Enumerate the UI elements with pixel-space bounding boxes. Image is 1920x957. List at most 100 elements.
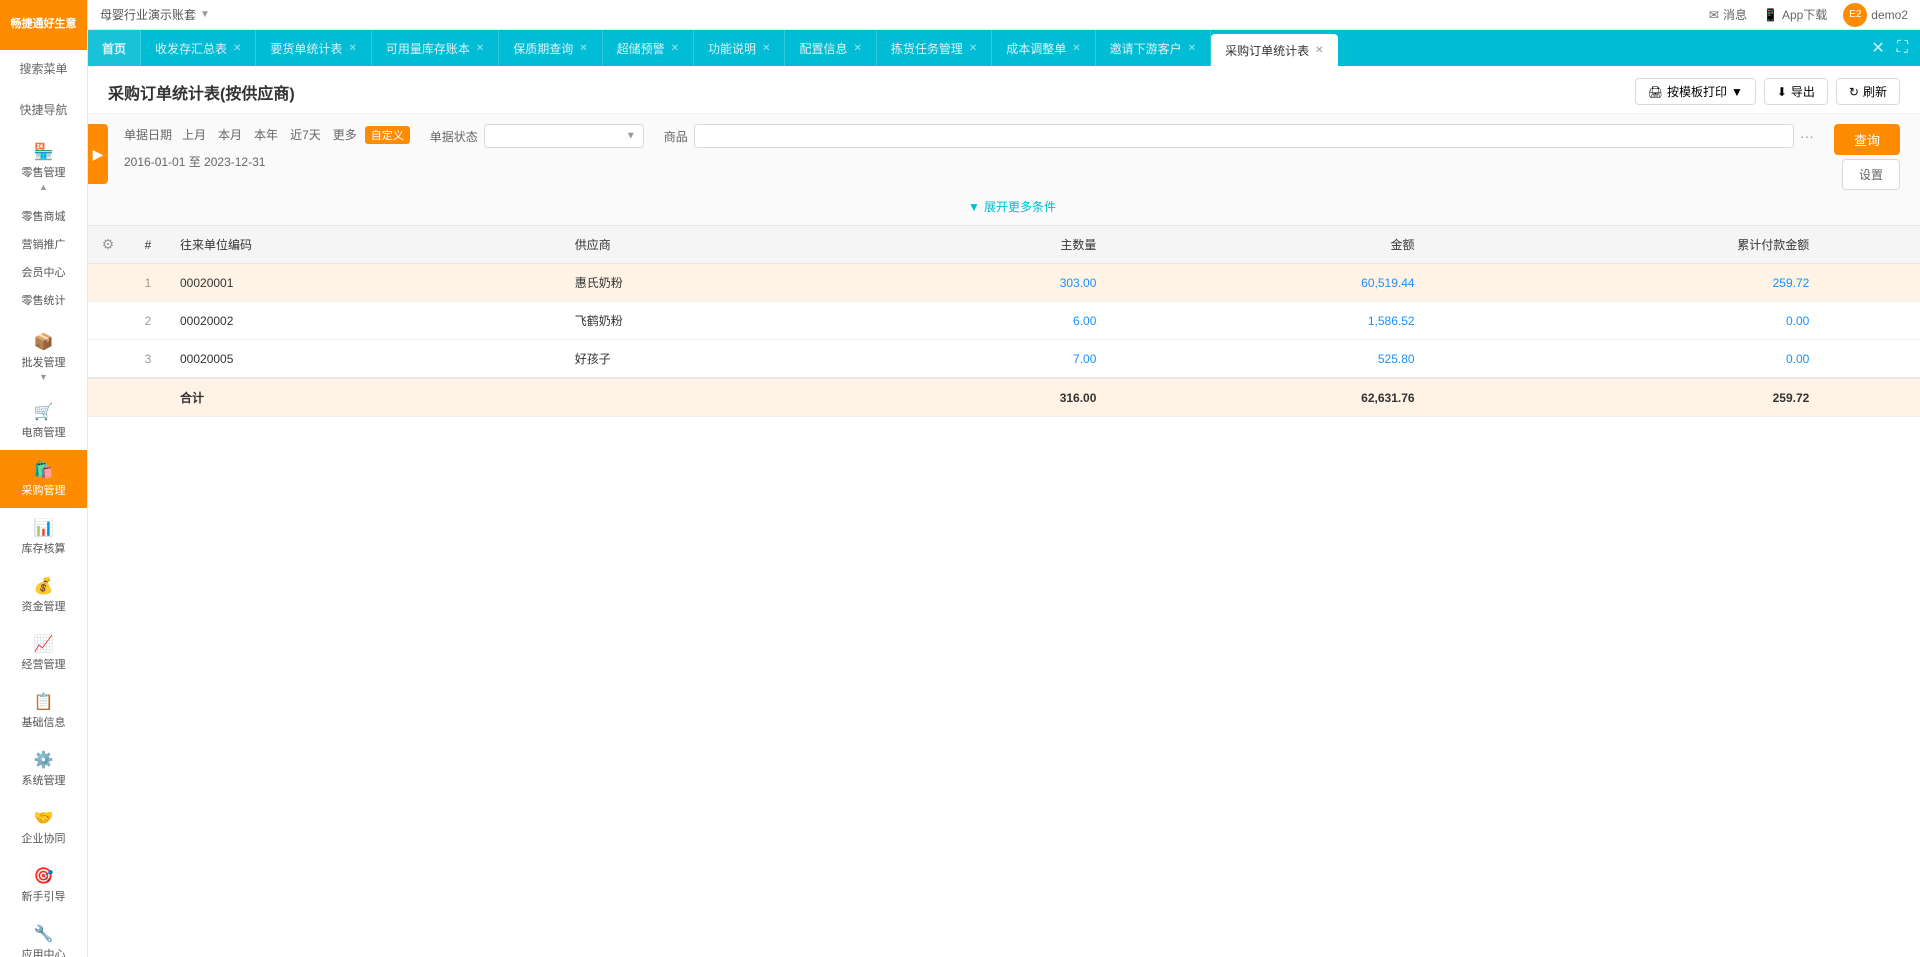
tab-purchase-stat-close[interactable]: ✕ [1315, 45, 1323, 56]
tab-invite-customer-label: 邀请下游客户 [1110, 40, 1182, 57]
row2-amount[interactable]: 1,586.52 [1108, 302, 1426, 340]
tab-function-desc-close[interactable]: ✕ [762, 43, 770, 54]
footer-quantity: 316.00 [859, 378, 1109, 417]
tab-requisition-stat[interactable]: 要货单统计表 ✕ [256, 30, 371, 66]
sidebar-item-collab[interactable]: 🤝 企业协同 [0, 798, 87, 856]
table-row: 2 00020002 飞鹤奶粉 6.00 1,586.52 0.00 [88, 302, 1920, 340]
tab-receive-summary-close[interactable]: ✕ [233, 43, 241, 54]
date-custom-tag[interactable]: 自定义 [365, 126, 410, 144]
tab-cost-adjust-close[interactable]: ✕ [1072, 43, 1080, 54]
row3-quantity[interactable]: 7.00 [859, 340, 1109, 379]
row1-supplier: 惠氏奶粉 [563, 264, 859, 302]
date-last-month[interactable]: 上月 [178, 124, 210, 145]
template-print-button[interactable]: 🖨 按模板打印 ▼ [1635, 78, 1756, 105]
tab-fullscreen-btn[interactable]: ⛶ [1893, 39, 1912, 57]
col-index: # [128, 226, 168, 264]
tab-receive-summary[interactable]: 收发存汇总表 ✕ [141, 30, 256, 66]
tab-expiry-query[interactable]: 保质期查询 ✕ [499, 30, 602, 66]
operation-label: 经营管理 [22, 656, 66, 672]
tab-picking-task[interactable]: 拣货任务管理 ✕ [877, 30, 992, 66]
export-button[interactable]: ⬇ 导出 [1764, 78, 1828, 105]
refresh-button[interactable]: ↻ 刷新 [1836, 78, 1900, 105]
row1-amount[interactable]: 60,519.44 [1108, 264, 1426, 302]
tab-invite-customer[interactable]: 邀请下游客户 ✕ [1096, 30, 1211, 66]
sidebar-item-wholesale[interactable]: 📦 批发管理 ▼ [0, 322, 87, 392]
sidebar-item-ecommerce[interactable]: 🛒 电商管理 [0, 392, 87, 450]
topbar-left: 母婴行业演示账套 ▼ [100, 6, 210, 23]
tab-available-stock-close[interactable]: ✕ [476, 43, 484, 54]
tab-close-btn[interactable]: ✕ [1867, 38, 1888, 58]
message-label: 消息 [1723, 6, 1747, 23]
retail-label: 零售管理 [22, 164, 66, 180]
ecommerce-label: 电商管理 [22, 424, 66, 440]
row1-paid[interactable]: 259.72 [1427, 264, 1822, 302]
sidebar-item-purchase[interactable]: 🛍️ 采购管理 [0, 450, 87, 508]
tab-config-close[interactable]: ✕ [853, 43, 861, 54]
row1-unit-code: 00020001 [168, 264, 563, 302]
finance-label: 资金管理 [22, 598, 66, 614]
row3-amount[interactable]: 525.80 [1108, 340, 1426, 379]
sidebar-item-appstore[interactable]: 🔧 应用中心 [0, 914, 87, 957]
sidebar-item-member[interactable]: 会员中心 [0, 258, 87, 286]
tab-invite-customer-close[interactable]: ✕ [1188, 43, 1196, 54]
sidebar-item-retail-shop[interactable]: 零售商城 [0, 202, 87, 230]
row2-paid[interactable]: 0.00 [1427, 302, 1822, 340]
col-settings: ⚙ [88, 226, 128, 264]
tab-expiry-query-close[interactable]: ✕ [579, 43, 587, 54]
tab-home[interactable]: 首页 [88, 30, 141, 66]
print-icon: 🖨 [1648, 85, 1663, 99]
user-profile[interactable]: E2 demo2 [1843, 3, 1908, 27]
refresh-label: 刷新 [1863, 83, 1887, 100]
query-button[interactable]: 查询 [1834, 124, 1900, 155]
tab-purchase-stat[interactable]: 采购订单统计表 ✕ [1211, 34, 1338, 66]
tab-available-stock[interactable]: 可用量库存账本 ✕ [372, 30, 499, 66]
settings-button[interactable]: 设置 [1842, 159, 1900, 190]
tab-cost-adjust[interactable]: 成本调整单 ✕ [992, 30, 1095, 66]
sidebar-item-system[interactable]: ⚙️ 系统管理 [0, 740, 87, 798]
app-download-label: App下载 [1782, 6, 1827, 23]
appstore-icon: 🔧 [34, 924, 54, 944]
sidebar-item-basic[interactable]: 📋 基础信息 [0, 682, 87, 740]
table-row: 1 00020001 惠氏奶粉 303.00 60,519.44 259.72 [88, 264, 1920, 302]
row3-paid[interactable]: 0.00 [1427, 340, 1822, 379]
tab-requisition-stat-close[interactable]: ✕ [348, 43, 356, 54]
tab-function-desc[interactable]: 功能说明 ✕ [694, 30, 785, 66]
sidebar-item-retail-stat[interactable]: 零售统计 [0, 286, 87, 314]
sidebar-item-guide[interactable]: 🎯 新手引导 [0, 856, 87, 914]
app-download-btn[interactable]: 📱 App下载 [1763, 6, 1827, 23]
tab-overstock-alert[interactable]: 超储预警 ✕ [603, 30, 694, 66]
tab-overstock-alert-close[interactable]: ✕ [671, 43, 679, 54]
search-menu-item[interactable]: 搜索菜单 [0, 50, 87, 87]
sidebar-item-operation[interactable]: 📈 经营管理 [0, 624, 87, 682]
sidebar-item-inventory[interactable]: 📊 库存核算 [0, 508, 87, 566]
industry-selector[interactable]: 母婴行业演示账套 ▼ [100, 6, 210, 23]
tab-cost-adjust-label: 成本调整单 [1006, 40, 1066, 57]
tab-config-label: 配置信息 [799, 40, 847, 57]
date-label: 单据日期 [124, 126, 172, 143]
sidebar-item-finance[interactable]: 💰 资金管理 [0, 566, 87, 624]
table-settings-icon[interactable]: ⚙ [102, 236, 115, 252]
date-more[interactable]: 更多 [329, 124, 361, 145]
tab-actions: ✕ ⛶ [1867, 38, 1920, 58]
date-7days[interactable]: 近7天 [286, 124, 325, 145]
date-this-month[interactable]: 本月 [214, 124, 246, 145]
user-name: demo2 [1871, 8, 1908, 22]
shortcut-nav-item[interactable]: 快捷导航 [0, 95, 87, 124]
goods-input[interactable] [694, 124, 1794, 148]
col-unit-code: 往来单位编码 [168, 226, 563, 264]
message-btn[interactable]: ✉ 消息 [1709, 6, 1747, 23]
tab-config[interactable]: 配置信息 ✕ [785, 30, 876, 66]
page-title: 采购订单统计表(按供应商) [108, 80, 295, 104]
goods-more-btn[interactable]: ··· [1800, 128, 1814, 144]
sidebar-item-marketing[interactable]: 营销推广 [0, 230, 87, 258]
date-this-year[interactable]: 本年 [250, 124, 282, 145]
sidebar-item-retail[interactable]: 🏪 零售管理 ▲ [0, 132, 87, 202]
topbar: 母婴行业演示账套 ▼ ✉ 消息 📱 App下载 E2 demo2 [88, 0, 1920, 30]
row1-quantity[interactable]: 303.00 [859, 264, 1109, 302]
tab-picking-task-close[interactable]: ✕ [969, 43, 977, 54]
refresh-icon: ↻ [1849, 85, 1859, 99]
row2-quantity[interactable]: 6.00 [859, 302, 1109, 340]
expand-more[interactable]: ▼ 展开更多条件 [124, 198, 1900, 215]
status-select[interactable] [484, 124, 644, 148]
filter-toggle-btn[interactable]: ▶ [88, 124, 108, 184]
